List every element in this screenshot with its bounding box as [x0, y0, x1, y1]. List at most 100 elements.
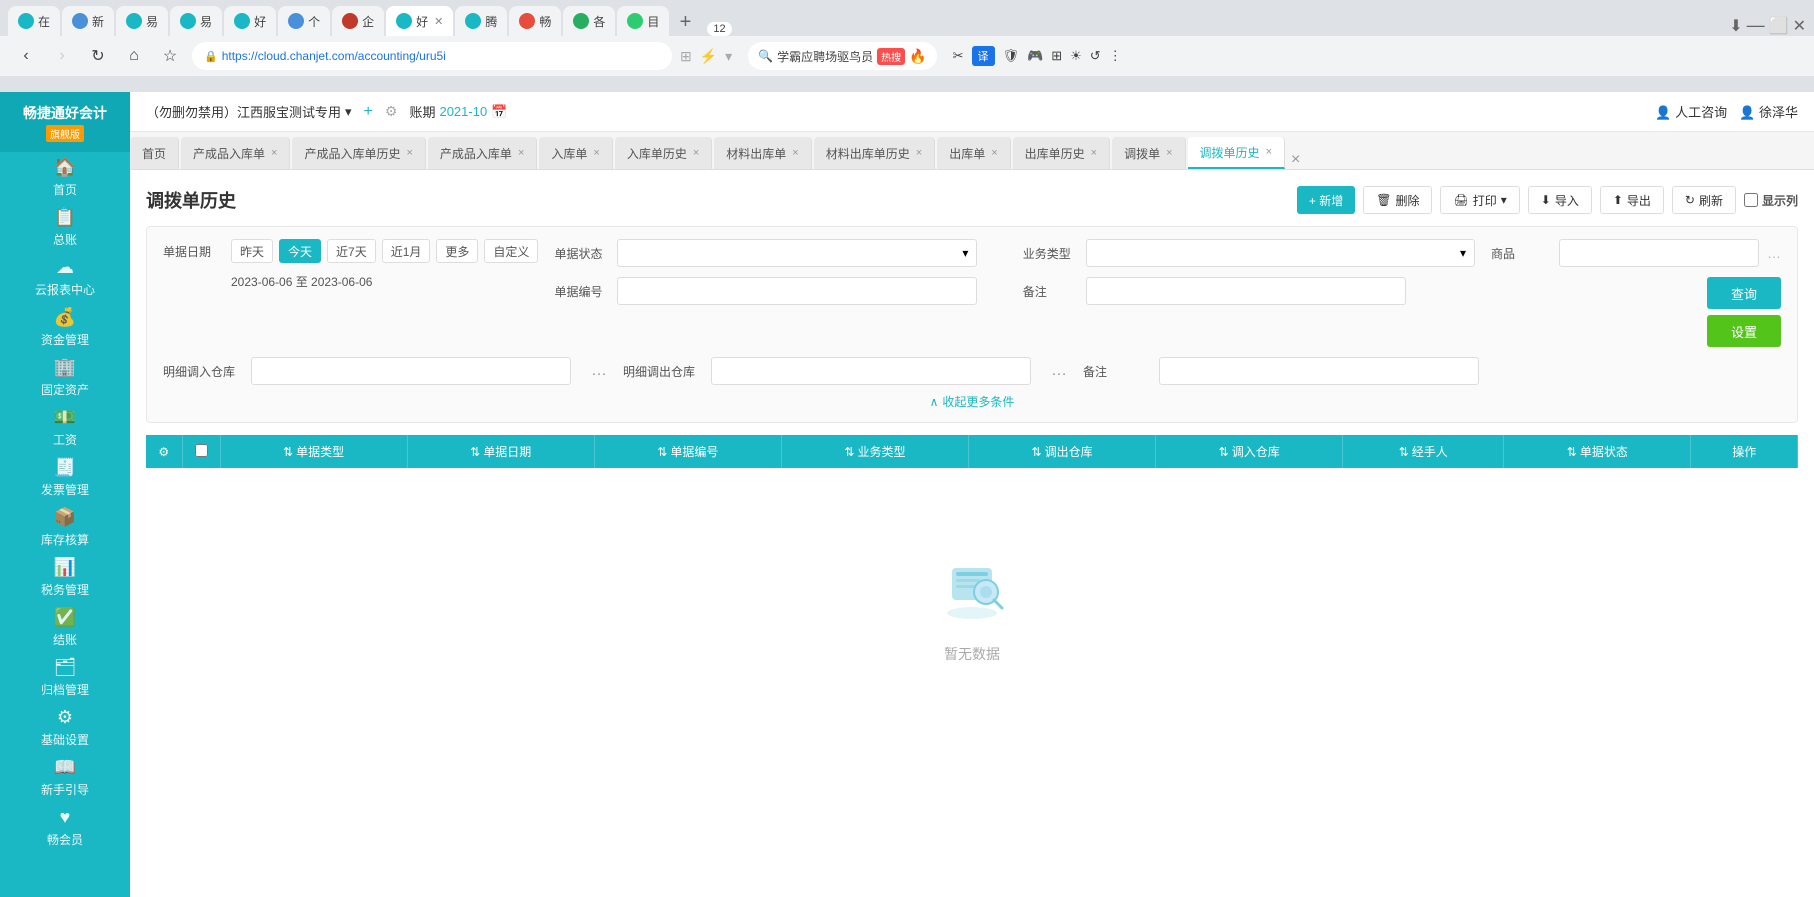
show-columns-checkbox[interactable] [1744, 193, 1758, 207]
add-company-button[interactable]: + [364, 103, 373, 121]
translate-icon[interactable]: 译 [972, 46, 995, 66]
col-in-warehouse[interactable]: ⇅ 调入仓库 [1156, 435, 1343, 468]
col-doc-date[interactable]: ⇅ 单据日期 [407, 435, 594, 468]
page-tab-1[interactable]: 产成品入库单 × [181, 137, 290, 169]
delete-button[interactable]: 🗑 删除 [1363, 186, 1432, 214]
browser-tab-3[interactable]: 易 [116, 6, 168, 36]
page-tab-2[interactable]: 产成品入库单历史 × [292, 137, 425, 169]
forward-button[interactable]: › [48, 42, 76, 70]
calendar-icon[interactable]: 📅 [491, 104, 507, 120]
browser-tab-5[interactable]: 好 [224, 6, 276, 36]
browser-tab-4[interactable]: 易 [170, 6, 222, 36]
page-tab-close-3[interactable]: × [518, 147, 524, 159]
sidebar-item-ledger[interactable]: 📋 总账 [0, 202, 130, 252]
col-out-warehouse[interactable]: ⇅ 调出仓库 [969, 435, 1156, 468]
page-tab-7[interactable]: 材料出库单历史 × [814, 137, 935, 169]
date-btn-yesterday[interactable]: 昨天 [231, 239, 273, 263]
page-tab-close-10[interactable]: × [1166, 147, 1172, 159]
dropdown-icon[interactable]: ▾ [725, 48, 732, 65]
browser-search[interactable]: 🔍 学霸应聘场驱鸟员 热搜 🔥 [748, 42, 936, 70]
back-button[interactable]: ‹ [12, 42, 40, 70]
maximize-button[interactable]: ⬜ [1769, 16, 1789, 36]
more-icon[interactable]: ⋮ [1109, 48, 1122, 64]
business-type-select[interactable]: ▾ [1086, 239, 1475, 267]
page-tab-close-1[interactable]: × [271, 147, 277, 159]
sidebar-item-vip[interactable]: ♥ 畅会员 [0, 802, 130, 852]
select-all-checkbox[interactable] [195, 444, 208, 457]
customer-service-button[interactable]: 👤 人工咨询 [1655, 102, 1727, 121]
game-icon[interactable]: 🎮 [1027, 48, 1043, 64]
remark2-input[interactable] [1159, 357, 1479, 385]
query-button[interactable]: 查询 [1707, 277, 1781, 309]
sidebar-item-inventory[interactable]: 📦 库存核算 [0, 502, 130, 552]
page-tab-6[interactable]: 材料出库单 × [714, 137, 811, 169]
bookmark-button[interactable]: ☆ [156, 42, 184, 70]
browser-tab-12[interactable]: 目 [617, 6, 669, 36]
close-button[interactable]: ✕ [1793, 16, 1806, 36]
status-select[interactable]: ▾ [617, 239, 977, 267]
page-tab-9[interactable]: 出库单历史 × [1013, 137, 1110, 169]
page-tab-close-7[interactable]: × [916, 147, 922, 159]
table-checkbox-cell[interactable] [182, 435, 220, 468]
col-doc-no[interactable]: ⇅ 单据编号 [594, 435, 781, 468]
sidebar-item-assets[interactable]: 🏢 固定资产 [0, 352, 130, 402]
import-button[interactable]: ⬇ 导入 [1528, 186, 1592, 214]
page-tab-close-9[interactable]: × [1091, 147, 1097, 159]
sidebar-item-invoice[interactable]: 🧾 发票管理 [0, 452, 130, 502]
date-btn-7days[interactable]: 近7天 [327, 239, 376, 263]
print-dropdown-icon[interactable]: ▾ [1501, 193, 1507, 207]
browser-tab-1[interactable]: 在 [8, 6, 60, 36]
company-selector[interactable]: （勿删勿禁用）江西服宝测试专用 ▾ [146, 102, 352, 121]
new-button[interactable]: + 新增 [1297, 186, 1355, 214]
date-btn-custom[interactable]: 自定义 [484, 239, 538, 263]
date-btn-1month[interactable]: 近1月 [382, 239, 431, 263]
browser-tab-11[interactable]: 各 [563, 6, 615, 36]
page-tab-close-2[interactable]: × [406, 147, 412, 159]
page-tab-close-5[interactable]: × [693, 147, 699, 159]
voucher-no-input[interactable] [617, 277, 977, 305]
export-button[interactable]: ⬆ 导出 [1600, 186, 1664, 214]
sidebar-item-funds[interactable]: 💰 资金管理 [0, 302, 130, 352]
date-btn-more[interactable]: 更多 [436, 239, 478, 263]
to-warehouse-input[interactable] [711, 357, 1031, 385]
browser-tab-2[interactable]: 新 [62, 6, 114, 36]
date-btn-today[interactable]: 今天 [279, 239, 321, 263]
from-warehouse-input[interactable] [251, 357, 571, 385]
grid-icon[interactable]: ⊞ [1051, 48, 1062, 64]
tab-close-8[interactable]: ✕ [434, 15, 443, 28]
page-tab-3[interactable]: 产成品入库单 × [428, 137, 537, 169]
browser-tab-9[interactable]: 腾 [455, 6, 507, 36]
browser-tab-10[interactable]: 畅 [509, 6, 561, 36]
theme-icon[interactable]: ☀ [1070, 48, 1082, 64]
extensions-icon[interactable]: ⊞ [680, 48, 692, 65]
from-warehouse-more[interactable]: … [591, 362, 607, 380]
table-settings-cell[interactable]: ⚙ [146, 435, 182, 468]
col-handler[interactable]: ⇅ 经手人 [1343, 435, 1504, 468]
page-tab-close-11[interactable]: × [1266, 146, 1272, 158]
undo-icon[interactable]: ↺ [1090, 48, 1101, 64]
sidebar-item-guide[interactable]: 📖 新手引导 [0, 752, 130, 802]
page-tab-4[interactable]: 入库单 × [539, 137, 612, 169]
browser-tab-6[interactable]: 个 [278, 6, 330, 36]
page-tab-close-6[interactable]: × [792, 147, 798, 159]
sidebar-item-tax[interactable]: 📊 税务管理 [0, 552, 130, 602]
scissors-icon[interactable]: ✂ [953, 48, 964, 64]
goods-input[interactable] [1559, 239, 1759, 267]
browser-tab-7[interactable]: 企 [332, 6, 384, 36]
home-button[interactable]: ⌂ [120, 42, 148, 70]
page-tab-11[interactable]: 调拨单历史 × [1188, 137, 1285, 169]
minimize-button[interactable]: — [1747, 15, 1765, 36]
sidebar-item-home[interactable]: 🏠 首页 [0, 152, 130, 202]
new-tab-button[interactable]: + [671, 8, 699, 36]
collapse-filter-button[interactable]: ∧ 收起更多条件 [163, 393, 1781, 410]
setting-button[interactable]: 设置 [1707, 315, 1781, 347]
sidebar-item-archive[interactable]: 🗂 归档管理 [0, 652, 130, 702]
page-tab-5[interactable]: 入库单历史 × [615, 137, 712, 169]
security-icon[interactable]: 🛡 [1003, 48, 1020, 64]
col-biz-type[interactable]: ⇅ 业务类型 [781, 435, 968, 468]
lightning-icon[interactable]: ⚡ [700, 48, 717, 65]
goods-more-icon[interactable]: … [1767, 245, 1781, 261]
page-tab-8[interactable]: 出库单 × [937, 137, 1010, 169]
refresh-button[interactable]: ↻ [84, 42, 112, 70]
page-tab-close-4[interactable]: × [593, 147, 599, 159]
